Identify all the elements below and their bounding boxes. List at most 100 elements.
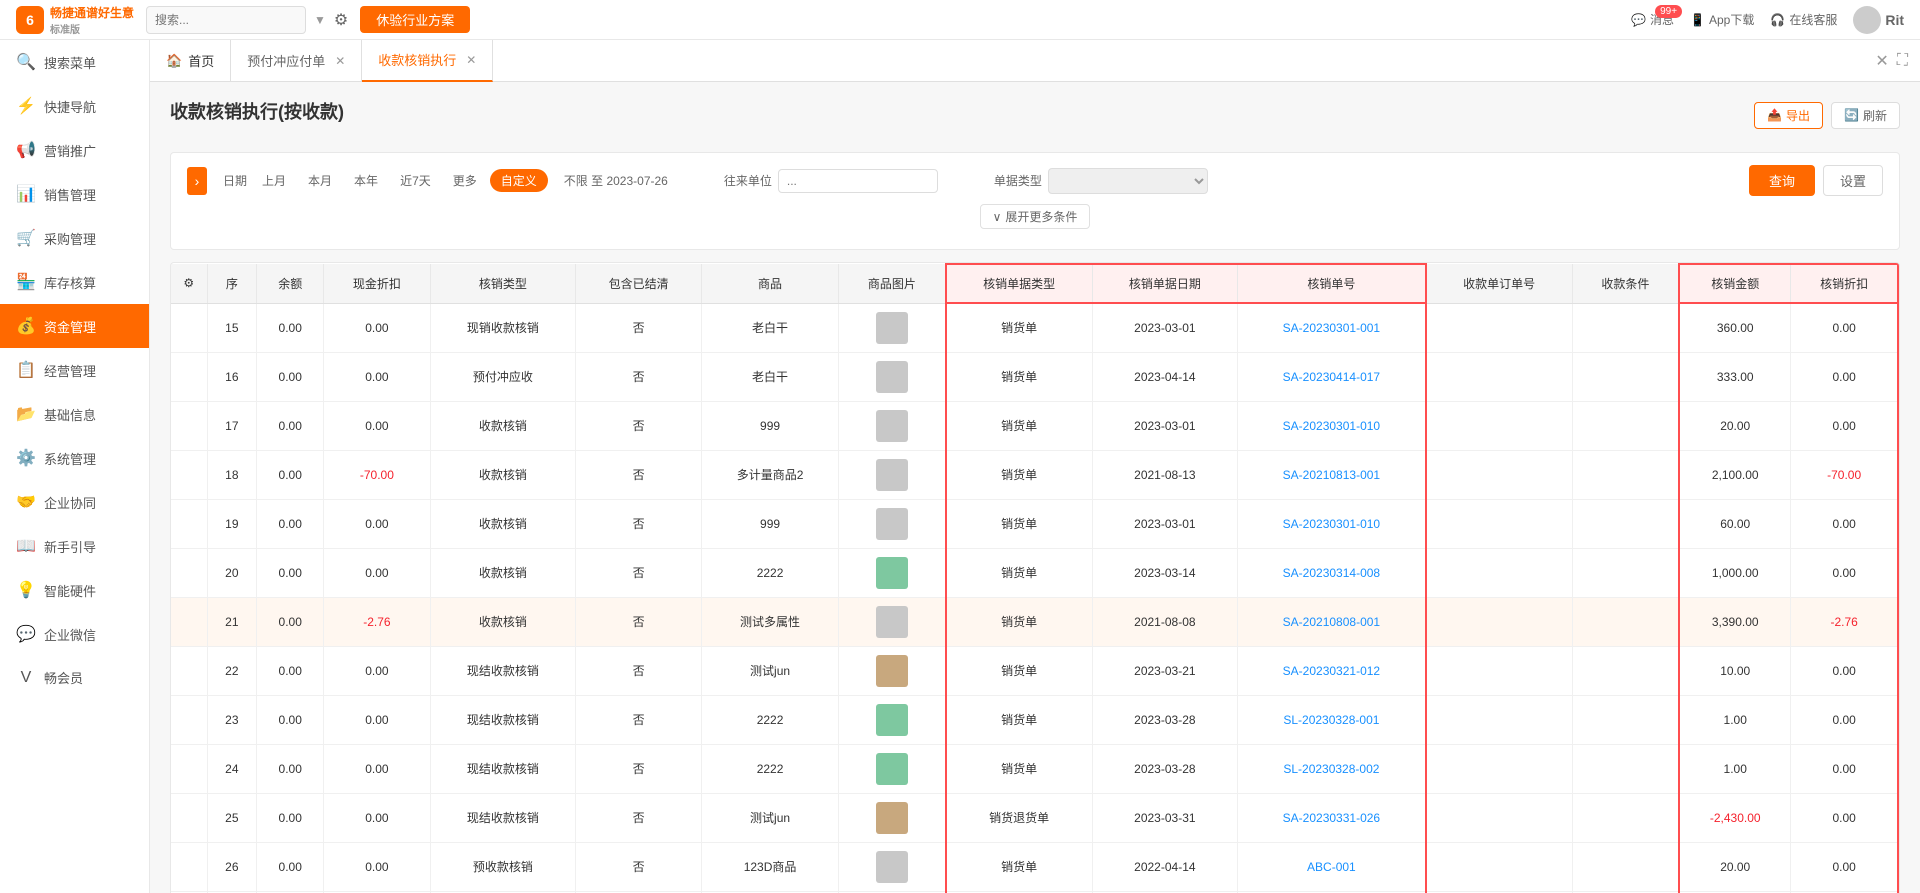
tab-expand-icon[interactable]: ⛶: [1897, 52, 1908, 70]
td-cancel-type: 现结收款核销: [430, 646, 576, 695]
cancel-doc-no-link[interactable]: SA-20230414-017: [1283, 370, 1380, 384]
cancel-doc-no-link[interactable]: SA-20210813-001: [1283, 468, 1380, 482]
tab-receipt-cancel[interactable]: 收款核销执行 ✕: [362, 40, 493, 82]
dropdown-arrow-icon[interactable]: ▼: [314, 13, 326, 27]
sidebar-item-12[interactable]: 💡智能硬件: [0, 568, 149, 612]
goods-thumbnail: [876, 459, 908, 491]
message-button[interactable]: 💬 消息 99+: [1631, 11, 1674, 28]
td-cancel-doc-date: 2023-03-31: [1092, 793, 1238, 842]
td-cancel-doc-date: 2023-03-28: [1092, 744, 1238, 793]
sidebar-item-4[interactable]: 🛒采购管理: [0, 216, 149, 260]
user-area[interactable]: Rit: [1853, 6, 1904, 34]
td-receipt-condition: [1572, 597, 1679, 646]
sidebar-label-11: 新手引导: [44, 537, 96, 556]
sidebar-item-7[interactable]: 📋经营管理: [0, 348, 149, 392]
tab-prepay-close-icon[interactable]: ✕: [335, 54, 345, 68]
date-btn-custom[interactable]: 自定义: [490, 169, 548, 192]
tab-prepay[interactable]: 预付冲应付单 ✕: [231, 40, 362, 82]
cancel-doc-no-link[interactable]: SA-20230301-001: [1283, 321, 1380, 335]
date-btn-7days[interactable]: 近7天: [391, 169, 440, 192]
cancel-doc-no-link[interactable]: SL-20230328-002: [1283, 762, 1379, 776]
cancel-doc-no-link[interactable]: SA-20230314-008: [1283, 566, 1380, 580]
td-receipt-order-no: [1426, 695, 1572, 744]
td-include-settled: 否: [576, 499, 702, 548]
td-goods-img: [839, 646, 946, 695]
td-cash-discount: 0.00: [324, 695, 430, 744]
th-gear: ⚙: [171, 264, 207, 303]
sidebar-item-2[interactable]: 📢营销推广: [0, 128, 149, 172]
expand-more-conditions-button[interactable]: ∨ 展开更多条件: [980, 204, 1091, 229]
date-btn-last-month[interactable]: 上月: [253, 169, 295, 192]
settings-gear-icon[interactable]: ⚙: [334, 10, 348, 30]
filter-collapse-button[interactable]: ›: [187, 167, 207, 195]
td-cancel-doc-type: 销货单: [946, 842, 1092, 891]
online-service-button[interactable]: 🎧 在线客服: [1770, 11, 1837, 28]
td-cancel-doc-no: SL-20230328-002: [1238, 744, 1426, 793]
td-balance: 0.00: [257, 744, 324, 793]
gear-icon[interactable]: ⚙: [183, 276, 194, 290]
cancel-doc-no-link[interactable]: SA-20230301-010: [1283, 419, 1380, 433]
date-btn-this-year[interactable]: 本年: [345, 169, 387, 192]
sidebar-item-8[interactable]: 📂基础信息: [0, 392, 149, 436]
sidebar-item-5[interactable]: 🏪库存核算: [0, 260, 149, 304]
cancel-doc-no-link[interactable]: SA-20230331-026: [1283, 811, 1380, 825]
sidebar-item-3[interactable]: 📊销售管理: [0, 172, 149, 216]
td-cancel-doc-date: 2023-03-28: [1092, 695, 1238, 744]
cancel-doc-no-link[interactable]: SL-20230328-001: [1283, 713, 1379, 727]
cancel-doc-no-link[interactable]: ABC-001: [1307, 860, 1356, 874]
cancel-doc-no-link[interactable]: SA-20230301-010: [1283, 517, 1380, 531]
cancel-doc-no-link[interactable]: SA-20230321-012: [1283, 664, 1380, 678]
td-cancel-doc-no: SA-20230321-012: [1238, 646, 1426, 695]
td-cancel-doc-date: 2023-03-21: [1092, 646, 1238, 695]
tab-close-all-icon[interactable]: ✕: [1875, 51, 1888, 71]
td-receipt-condition: [1572, 499, 1679, 548]
counterpart-input[interactable]: [778, 169, 938, 193]
sidebar-item-6[interactable]: 💰资金管理: [0, 304, 149, 348]
date-btn-more[interactable]: 更多: [444, 169, 486, 192]
doctype-select[interactable]: [1048, 168, 1208, 194]
tab-home[interactable]: 🏠 首页: [150, 40, 231, 82]
td-seq: 15: [207, 303, 257, 352]
tab-receipt-cancel-close-icon[interactable]: ✕: [466, 53, 476, 67]
page-title: 收款核销执行(按收款): [170, 98, 344, 124]
sidebar-item-13[interactable]: 💬企业微信: [0, 612, 149, 656]
refresh-button[interactable]: 🔄 刷新: [1831, 102, 1900, 129]
app-download-button[interactable]: 📱 App下载: [1690, 11, 1754, 28]
sidebar-label-12: 智能硬件: [44, 581, 96, 600]
td-goods: 123D商品: [702, 842, 839, 891]
sidebar-item-9[interactable]: ⚙️系统管理: [0, 436, 149, 480]
td-cash-discount: 0.00: [324, 303, 430, 352]
td-cancel-doc-type: 销货单: [946, 548, 1092, 597]
sidebar-item-1[interactable]: ⚡快捷导航: [0, 84, 149, 128]
expand-icon: ∨: [993, 210, 1002, 224]
settings-button[interactable]: 设置: [1823, 165, 1883, 196]
sidebar-label-0: 搜索菜单: [44, 53, 96, 72]
date-filter-buttons: 上月 本月 本年 近7天 更多 自定义: [253, 169, 548, 192]
app-title: 畅捷通谱好生意: [50, 4, 134, 21]
cancel-doc-no-link[interactable]: SA-20210808-001: [1283, 615, 1380, 629]
sidebar-item-11[interactable]: 📖新手引导: [0, 524, 149, 568]
sidebar-item-0[interactable]: 🔍搜索菜单: [0, 40, 149, 84]
goods-thumbnail: [876, 508, 908, 540]
td-cancel-type: 收款核销: [430, 548, 576, 597]
industry-button[interactable]: 休验行业方案: [360, 6, 470, 33]
query-button[interactable]: 查询: [1749, 165, 1815, 196]
td-cancel-amount: 20.00: [1679, 401, 1791, 450]
date-btn-this-month[interactable]: 本月: [299, 169, 341, 192]
top-search-input[interactable]: [146, 6, 306, 34]
table-row: 25 0.00 0.00 现结收款核销 否 测试jun 销货退货单 2023-0…: [171, 793, 1898, 842]
td-include-settled: 否: [576, 303, 702, 352]
td-cancel-amount: 1.00: [1679, 744, 1791, 793]
td-receipt-condition: [1572, 548, 1679, 597]
th-cancel-discount: 核销折扣: [1791, 264, 1898, 303]
goods-thumbnail: [876, 753, 908, 785]
sidebar-item-14[interactable]: V畅会员: [0, 656, 149, 699]
td-goods-img: [839, 548, 946, 597]
filter-date-range-item: 不限 至 2023-07-26: [564, 172, 668, 189]
export-button[interactable]: 📤 导出: [1754, 102, 1823, 129]
sidebar-item-10[interactable]: 🤝企业协同: [0, 480, 149, 524]
doctype-label: 单据类型: [994, 172, 1042, 189]
td-cancel-discount: 0.00: [1791, 401, 1898, 450]
td-receipt-order-no: [1426, 548, 1572, 597]
filter-counterpart-item: 往来单位: [724, 169, 938, 193]
